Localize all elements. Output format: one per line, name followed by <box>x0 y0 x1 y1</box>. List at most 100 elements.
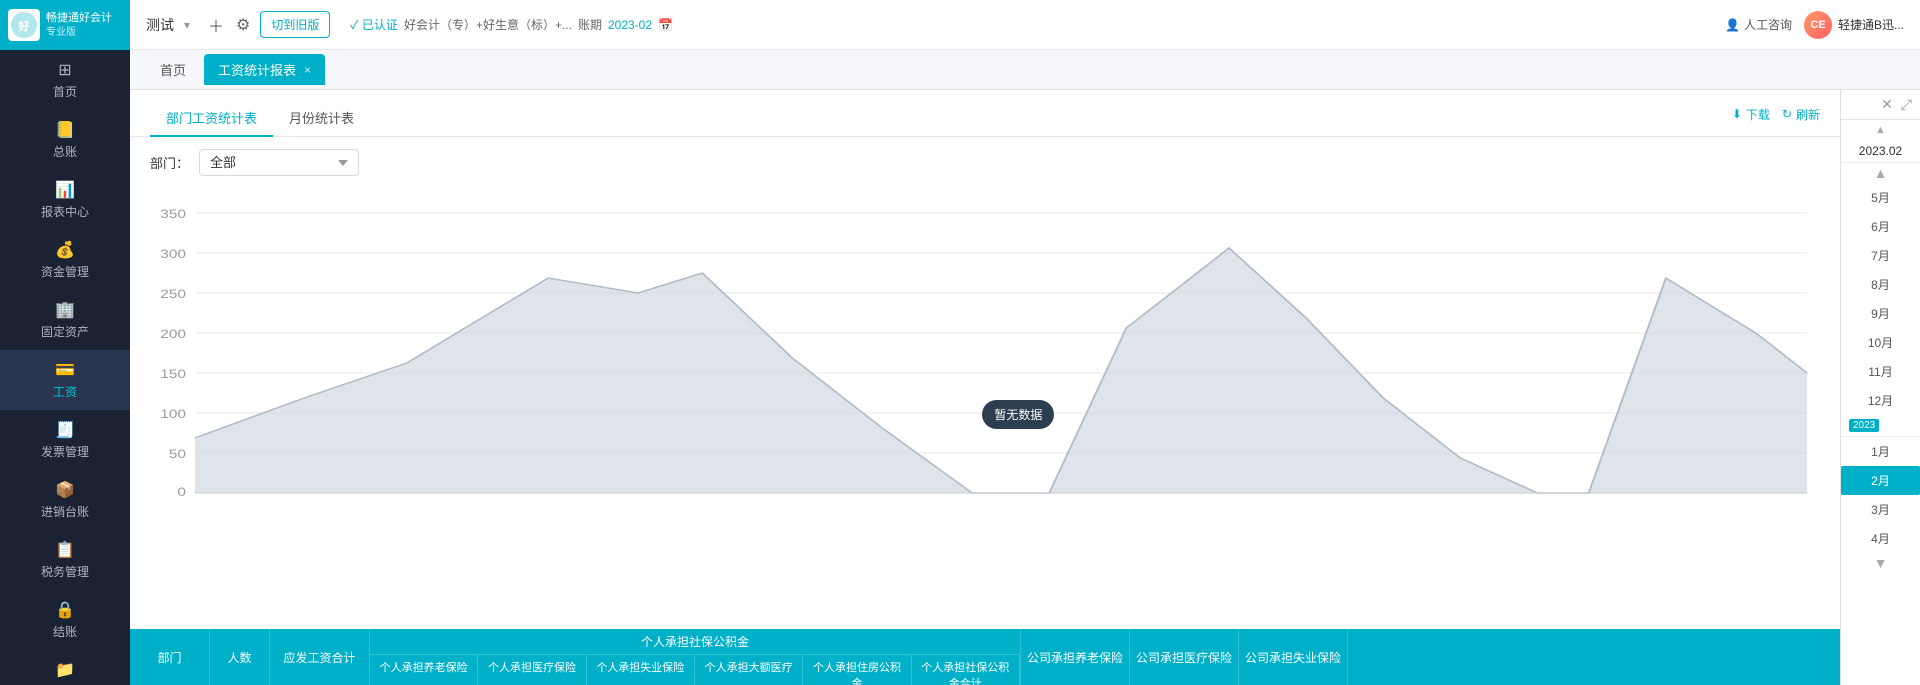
tab-active-label: 工资统计报表 <box>218 60 296 79</box>
tax-icon: 📋 <box>55 540 75 560</box>
sidebar-item-close[interactable]: 🔒 结账 <box>0 590 130 650</box>
tab-home[interactable]: 首页 <box>146 54 200 85</box>
nav-up-arrow[interactable]: ▲ <box>1875 124 1886 136</box>
sidebar-item-ledger[interactable]: 📒 总账 <box>0 110 130 170</box>
nav-down-btn[interactable]: ▼ <box>1874 555 1888 571</box>
sidebar-item-tax[interactable]: 📋 税务管理 <box>0 530 130 590</box>
help-btn[interactable]: 👤 人工咨询 <box>1725 16 1792 33</box>
date-jan[interactable]: 1月 <box>1841 437 1920 466</box>
th-company-pension: 公司承担养老保险 <box>1021 629 1130 685</box>
nav-up-btn[interactable]: ▲ <box>1874 165 1888 181</box>
expand-panel-btn[interactable]: ⤢ <box>1901 96 1912 113</box>
sidebar-label-tax: 税务管理 <box>41 563 89 580</box>
tab-salary-report[interactable]: 工资统计报表 × <box>204 54 325 85</box>
tab-dept[interactable]: 部门工资统计表 <box>150 100 273 137</box>
right-panel: ✕ ⤢ ▲ 2023.02 ▲ 5月 6月 7月 8月 9月 10月 11月 <box>1840 90 1920 685</box>
settings-btn[interactable]: ⚙ <box>234 13 252 37</box>
sidebar-label-close: 结账 <box>53 623 77 640</box>
date-apr[interactable]: 4月 <box>1841 524 1920 553</box>
date-oct[interactable]: 10月 <box>1841 328 1920 357</box>
date-feb-active[interactable]: 2月 <box>1841 466 1920 495</box>
sidebar-label-reports: 报表中心 <box>41 203 89 220</box>
app-logo: 好 畅捷通好会计 专业版 <box>0 0 130 50</box>
th-count: 人数 <box>210 629 270 685</box>
sidebar: 好 畅捷通好会计 专业版 ⊞ 首页 📒 总账 📊 报表中心 💰 资金管理 🏢 固… <box>0 0 130 685</box>
download-icon: ⬇ <box>1732 107 1742 121</box>
app-edition: 专业版 <box>46 26 112 39</box>
switch-old-btn[interactable]: 切到旧版 <box>260 11 330 38</box>
dept-select[interactable]: 全部 部门1 部门2 <box>199 149 359 176</box>
nav-up-row: ▲ <box>1841 163 1920 183</box>
main-area: 测试 ▾ ＋ ⚙ 切到旧版 ✓ 已认证 好会计（专）+好生意（标）+... 账期… <box>130 0 1920 685</box>
close-icon: 🔒 <box>55 600 75 620</box>
date-may[interactable]: 5月 <box>1841 183 1920 212</box>
assets-icon: 🏢 <box>55 300 75 320</box>
th-total: 应发工资合计 <box>270 629 370 685</box>
topbar: 测试 ▾ ＋ ⚙ 切到旧版 ✓ 已认证 好会计（专）+好生意（标）+... 账期… <box>130 0 1920 50</box>
app-name: 畅捷通好会计 <box>46 11 112 25</box>
sidebar-item-trade[interactable]: 📦 进销台账 <box>0 470 130 530</box>
sidebar-item-assets[interactable]: 🏢 固定资产 <box>0 290 130 350</box>
sidebar-nav: ⊞ 首页 📒 总账 📊 报表中心 💰 资金管理 🏢 固定资产 💳 工资 🧾 发票… <box>0 50 130 685</box>
logo-icon: 好 <box>8 9 40 41</box>
download-btn[interactable]: ⬇ 下载 <box>1732 106 1770 123</box>
th-company-medical: 公司承担医疗保险 <box>1130 629 1239 685</box>
sidebar-item-invoice[interactable]: 🧾 发票管理 <box>0 410 130 470</box>
filter-dept-label: 部门： <box>150 153 189 172</box>
ledger-icon: 📒 <box>55 120 75 140</box>
sidebar-item-funds[interactable]: 💰 资金管理 <box>0 230 130 290</box>
user-name[interactable]: 轻捷通B迅... <box>1838 16 1904 33</box>
archive-icon: 📁 <box>55 660 75 680</box>
current-period: 2023.02 <box>1841 140 1920 163</box>
cert-tag: ✓ 已认证 <box>350 16 398 33</box>
date-dec[interactable]: 12月 <box>1841 386 1920 415</box>
sidebar-item-home[interactable]: ⊞ 首页 <box>0 50 130 110</box>
content-area: 部门工资统计表 月份统计表 ⬇ 下载 ↻ 刷新 部门： 全部 <box>130 90 1920 685</box>
home-icon: ⊞ <box>58 60 71 80</box>
table-header: 部门 人数 应发工资合计 个人承担社保公积金 个人承担养老保险 个人承担医疗保险… <box>130 629 1840 685</box>
date-jun[interactable]: 6月 <box>1841 212 1920 241</box>
svg-text:100: 100 <box>160 407 186 421</box>
th-personal-medical: 个人承担医疗保险 <box>478 655 586 685</box>
date-nov[interactable]: 11月 <box>1841 357 1920 386</box>
th-personal-pension: 个人承担养老保险 <box>370 655 478 685</box>
funds-icon: 💰 <box>55 240 75 260</box>
sidebar-label-home: 首页 <box>53 83 77 100</box>
refresh-icon: ↻ <box>1782 107 1792 121</box>
chart-svg: 350 300 250 200 150 100 50 0 <box>150 198 1820 518</box>
add-btn[interactable]: ＋ <box>206 11 226 39</box>
tabbar: 首页 工资统计报表 × <box>130 50 1920 90</box>
help-icon: 👤 <box>1725 18 1740 32</box>
svg-text:好: 好 <box>18 19 30 33</box>
th-company-unemployment: 公司承担失业保险 <box>1239 629 1348 685</box>
sidebar-item-salary[interactable]: 💳 工资 <box>0 350 130 410</box>
project-arrow[interactable]: ▾ <box>184 18 190 32</box>
close-panel-btn[interactable]: ✕ <box>1881 96 1893 113</box>
calendar-icon[interactable]: 📅 <box>658 18 673 32</box>
user-avatar: CE <box>1804 11 1832 39</box>
year-2023-row: 2023 <box>1841 415 1920 437</box>
th-dept: 部门 <box>130 629 210 685</box>
sidebar-label-funds: 资金管理 <box>41 263 89 280</box>
tab-close-btn[interactable]: × <box>304 63 311 77</box>
invoice-icon: 🧾 <box>55 420 75 440</box>
sub-tabs: 部门工资统计表 月份统计表 ⬇ 下载 ↻ 刷新 <box>130 90 1840 137</box>
th-group-subs: 个人承担养老保险 个人承担医疗保险 个人承担失业保险 个人承担大额医疗 个人承担… <box>370 655 1020 685</box>
svg-text:300: 300 <box>160 247 186 261</box>
date-aug[interactable]: 8月 <box>1841 270 1920 299</box>
right-panel-top: ✕ ⤢ <box>1841 90 1920 120</box>
date-jul[interactable]: 7月 <box>1841 241 1920 270</box>
refresh-btn[interactable]: ↻ 刷新 <box>1782 106 1820 123</box>
table-header-row: 部门 人数 应发工资合计 个人承担社保公积金 个人承担养老保险 个人承担医疗保险… <box>130 629 1840 685</box>
nav-down-row: ▼ <box>1841 553 1920 573</box>
period-label: 账期 <box>578 16 602 33</box>
sidebar-item-archive[interactable]: 📁 归档管理 <box>0 650 130 685</box>
svg-text:50: 50 <box>169 447 186 461</box>
sidebar-item-reports[interactable]: 📊 报表中心 <box>0 170 130 230</box>
date-mar[interactable]: 3月 <box>1841 495 1920 524</box>
date-sep[interactable]: 9月 <box>1841 299 1920 328</box>
tags-text: 好会计（专）+好生意（标）+... <box>404 16 572 33</box>
date-nav: ▲ 2023.02 ▲ 5月 6月 7月 8月 9月 10月 11月 12月 2… <box>1841 120 1920 685</box>
period-value: 2023-02 <box>608 18 652 32</box>
tab-monthly[interactable]: 月份统计表 <box>273 100 370 137</box>
